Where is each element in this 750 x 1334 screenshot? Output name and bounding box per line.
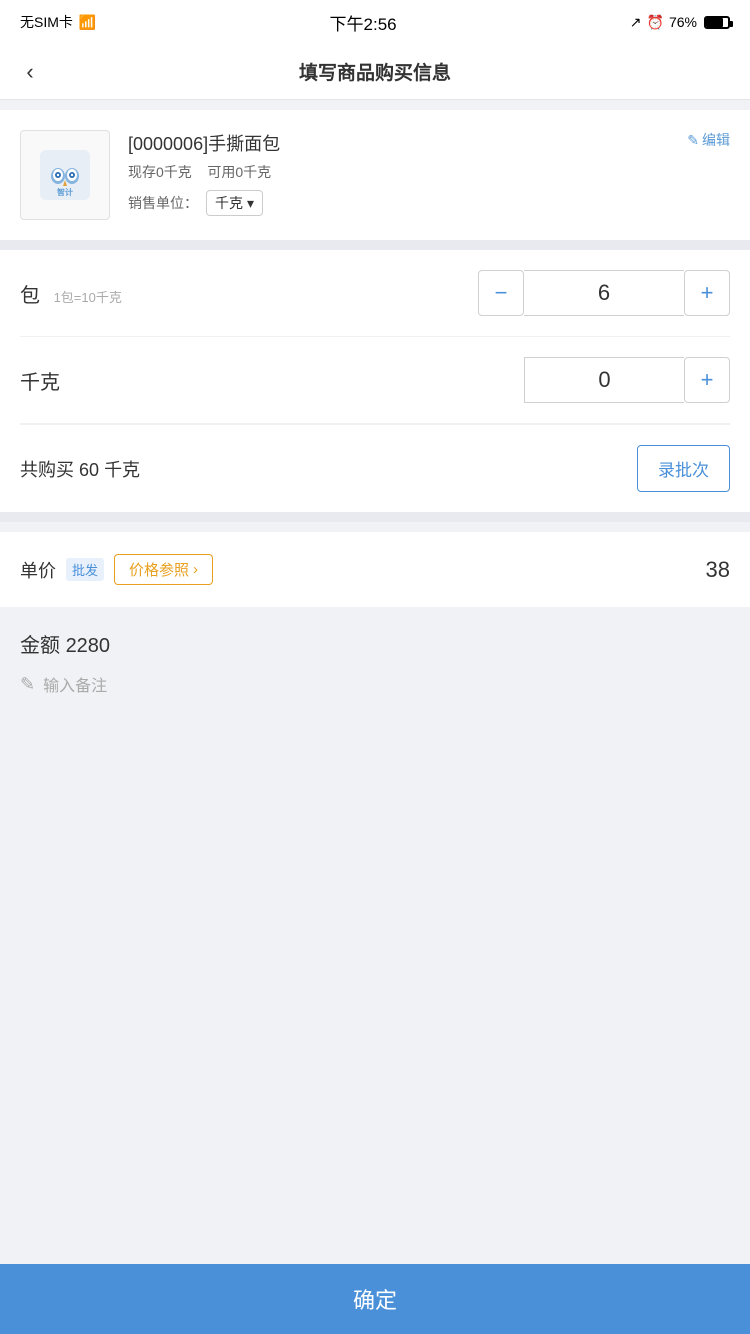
back-icon: ‹ — [26, 59, 33, 85]
status-right: ↗ ⏰ 76% — [630, 14, 730, 31]
note-placeholder: 输入备注 — [43, 672, 107, 696]
quantity-controls-bao: − + — [478, 270, 730, 316]
page-title: 填写商品购买信息 — [299, 58, 451, 85]
quantity-input-kg[interactable] — [524, 357, 684, 403]
amount-row: 金额 2280 — [20, 629, 730, 658]
quantity-hint-bao: 1包=10千克 — [54, 290, 122, 305]
location-icon: ↗ — [630, 14, 642, 31]
chevron-right-icon: › — [193, 561, 198, 578]
pencil-icon: ✎ — [20, 674, 35, 695]
quantity-input-bao[interactable] — [524, 270, 684, 316]
stock-text: 现存0千克 — [128, 164, 192, 180]
content-spacer — [0, 710, 750, 1070]
price-value: 38 — [706, 557, 730, 583]
back-button[interactable]: ‹ — [0, 44, 60, 100]
wifi-icon: 📶 — [79, 14, 96, 31]
note-input-row[interactable]: ✎ 输入备注 — [20, 672, 730, 696]
edit-button[interactable]: ✎ 编辑 — [687, 130, 730, 150]
status-bar: 无SIM卡 📶 下午2:56 ↗ ⏰ 76% — [0, 0, 750, 44]
unit-label: 销售单位： — [128, 193, 198, 213]
product-logo-icon: 智计 — [40, 150, 90, 200]
price-label: 单价 — [20, 557, 56, 583]
status-left: 无SIM卡 📶 — [20, 12, 96, 32]
increase-bao-button[interactable]: + — [684, 270, 730, 316]
batch-button[interactable]: 录批次 — [637, 445, 730, 492]
confirm-label: 确定 — [353, 1283, 397, 1315]
amount-section: 金额 2280 ✎ 输入备注 — [0, 607, 750, 710]
confirm-bar[interactable]: 确定 — [0, 1264, 750, 1334]
carrier-label: 无SIM卡 — [20, 12, 73, 32]
product-unit-row: 销售单位： 千克 ▾ — [128, 190, 730, 216]
unit-value: 千克 — [215, 193, 243, 213]
amount-value: 2280 — [66, 635, 111, 657]
nav-bar: ‹ 填写商品购买信息 — [0, 44, 750, 100]
separator-1 — [0, 240, 750, 250]
product-info: [0000006]手撕面包 ✎ 编辑 现存0千克 可用0千克 销售单位： 千克 … — [128, 130, 730, 216]
product-stock: 现存0千克 可用0千克 — [128, 162, 730, 182]
separator-2 — [0, 512, 750, 522]
quantity-label-kg: 千克 — [20, 366, 524, 395]
quantity-row-kg: 千克 + — [20, 337, 730, 424]
total-text: 共购买 60 千克 — [20, 456, 637, 482]
alarm-icon: ⏰ — [647, 14, 664, 31]
product-card: 智计 [0000006]手撕面包 ✎ 编辑 现存0千克 可用0千克 销售单位： … — [0, 110, 750, 240]
chevron-down-icon: ▾ — [247, 195, 254, 212]
price-ref-button[interactable]: 价格参照 › — [114, 554, 213, 585]
available-text: 可用0千克 — [207, 164, 271, 180]
battery-bar — [704, 16, 730, 29]
unit-select[interactable]: 千克 ▾ — [206, 190, 263, 216]
status-time: 下午2:56 — [330, 10, 397, 35]
edit-icon: ✎ — [687, 132, 699, 149]
total-row: 共购买 60 千克 录批次 — [20, 424, 730, 512]
quantity-controls-kg: + — [524, 357, 730, 403]
quantity-section: 包 1包=10千克 − + 千克 + 共购买 60 — [0, 250, 750, 512]
amount-label: 金额 — [20, 635, 60, 657]
product-image: 智计 — [20, 130, 110, 220]
decrease-bao-button[interactable]: − — [478, 270, 524, 316]
quantity-label-bao: 包 1包=10千克 — [20, 279, 478, 308]
increase-kg-button[interactable]: + — [684, 357, 730, 403]
edit-label: 编辑 — [702, 130, 730, 150]
battery-percent: 76% — [669, 14, 697, 30]
quantity-row-bao: 包 1包=10千克 − + — [20, 250, 730, 337]
svg-text:智计: 智计 — [57, 187, 73, 197]
battery-fill — [706, 18, 723, 27]
price-ref-label: 价格参照 — [129, 559, 189, 580]
product-name: [0000006]手撕面包 — [128, 130, 280, 156]
price-section: 单价 批发 价格参照 › 38 — [0, 532, 750, 607]
price-tag[interactable]: 批发 — [66, 558, 104, 581]
